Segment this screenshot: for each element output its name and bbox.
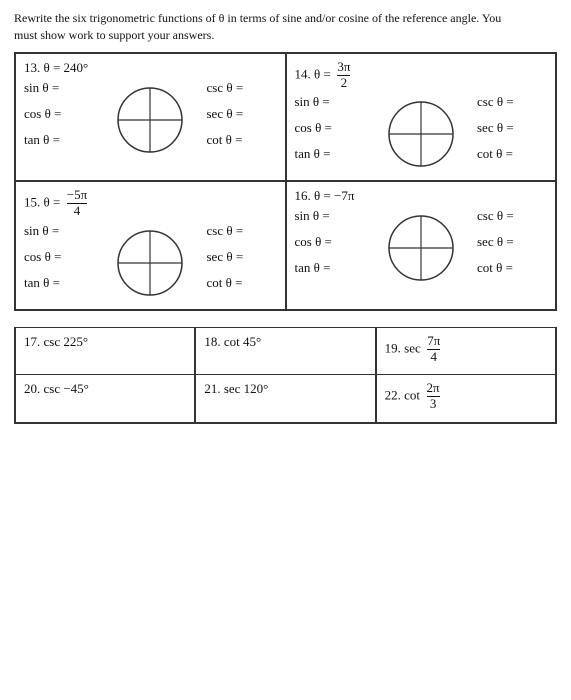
problem-14-content: sin θ = cos θ = tan θ = csc θ = sec θ = … bbox=[295, 94, 548, 174]
problem-13-funcs-left: sin θ = cos θ = tan θ = bbox=[24, 80, 94, 148]
cot-theta-16: cot θ = bbox=[477, 260, 547, 276]
problem-15-fraction: −5π 4 bbox=[67, 188, 87, 219]
problem-14: 14. θ = 3π 2 sin θ = cos θ = tan θ = csc bbox=[286, 53, 557, 182]
sec-theta-14: sec θ = bbox=[477, 120, 547, 136]
tan-theta-13: tan θ = bbox=[24, 132, 94, 148]
unit-circle-14 bbox=[381, 94, 461, 174]
problem-22: 22. cot 2π 3 bbox=[376, 375, 556, 423]
main-grid: 13. θ = 240° sin θ = cos θ = tan θ = csc… bbox=[14, 52, 557, 311]
sec-theta-13: sec θ = bbox=[207, 106, 277, 122]
problem-14-title: 14. θ = 3π 2 bbox=[295, 60, 548, 91]
problem-17: 17. csc 225° bbox=[15, 327, 195, 375]
bottom-grid: 17. csc 225° 18. cot 45° 19. sec 7π 4 20… bbox=[14, 327, 557, 424]
problem-22-fraction: 2π 3 bbox=[427, 381, 440, 412]
unit-circle-13 bbox=[110, 80, 190, 160]
cot-theta-14: cot θ = bbox=[477, 146, 547, 162]
cos-theta-13: cos θ = bbox=[24, 106, 94, 122]
cos-theta-16: cos θ = bbox=[295, 234, 365, 250]
sin-theta-16: sin θ = bbox=[295, 208, 365, 224]
circle-14 bbox=[369, 94, 474, 174]
problem-16-funcs-left: sin θ = cos θ = tan θ = bbox=[295, 208, 365, 276]
problem-16-content: sin θ = cos θ = tan θ = csc θ = sec θ = … bbox=[295, 208, 548, 288]
csc-theta-13: csc θ = bbox=[207, 80, 277, 96]
problem-18: 18. cot 45° bbox=[195, 327, 375, 375]
problem-13-content: sin θ = cos θ = tan θ = csc θ = sec θ = … bbox=[24, 80, 277, 160]
instructions: Rewrite the six trigonometric functions … bbox=[14, 10, 557, 44]
problem-14-funcs-right: csc θ = sec θ = cot θ = bbox=[477, 94, 547, 162]
problem-14-funcs-left: sin θ = cos θ = tan θ = bbox=[295, 94, 365, 162]
tan-theta-16: tan θ = bbox=[295, 260, 365, 276]
problem-19: 19. sec 7π 4 bbox=[376, 327, 556, 375]
sec-theta-15: sec θ = bbox=[207, 249, 277, 265]
csc-theta-16: csc θ = bbox=[477, 208, 547, 224]
instruction-text: Rewrite the six trigonometric functions … bbox=[14, 10, 557, 44]
sin-theta-14: sin θ = bbox=[295, 94, 365, 110]
sin-theta-15: sin θ = bbox=[24, 223, 94, 239]
problem-21: 21. sec 120° bbox=[195, 375, 375, 423]
problem-15-content: sin θ = cos θ = tan θ = csc θ = sec θ = … bbox=[24, 223, 277, 303]
problem-14-fraction: 3π 2 bbox=[337, 60, 350, 91]
unit-circle-16 bbox=[381, 208, 461, 288]
problem-20: 20. csc −45° bbox=[15, 375, 195, 423]
problem-15: 15. θ = −5π 4 sin θ = cos θ = tan θ = cs… bbox=[15, 181, 286, 310]
problem-16: 16. θ = −7π sin θ = cos θ = tan θ = csc … bbox=[286, 181, 557, 310]
problem-13-funcs-right: csc θ = sec θ = cot θ = bbox=[207, 80, 277, 148]
problem-15-funcs-right: csc θ = sec θ = cot θ = bbox=[207, 223, 277, 291]
circle-13 bbox=[98, 80, 203, 160]
circle-16 bbox=[369, 208, 474, 288]
cot-theta-13: cot θ = bbox=[207, 132, 277, 148]
sec-theta-16: sec θ = bbox=[477, 234, 547, 250]
tan-theta-14: tan θ = bbox=[295, 146, 365, 162]
problem-16-funcs-right: csc θ = sec θ = cot θ = bbox=[477, 208, 547, 276]
problem-15-title: 15. θ = −5π 4 bbox=[24, 188, 277, 219]
cot-theta-15: cot θ = bbox=[207, 275, 277, 291]
problem-19-fraction: 7π 4 bbox=[427, 334, 440, 365]
sin-theta-13: sin θ = bbox=[24, 80, 94, 96]
unit-circle-15 bbox=[110, 223, 190, 303]
problem-13-title: 13. θ = 240° bbox=[24, 60, 277, 76]
problem-13: 13. θ = 240° sin θ = cos θ = tan θ = csc… bbox=[15, 53, 286, 182]
cos-theta-14: cos θ = bbox=[295, 120, 365, 136]
bottom-section: 17. csc 225° 18. cot 45° 19. sec 7π 4 20… bbox=[14, 327, 557, 424]
tan-theta-15: tan θ = bbox=[24, 275, 94, 291]
cos-theta-15: cos θ = bbox=[24, 249, 94, 265]
problem-15-funcs-left: sin θ = cos θ = tan θ = bbox=[24, 223, 94, 291]
problem-16-title: 16. θ = −7π bbox=[295, 188, 548, 204]
csc-theta-14: csc θ = bbox=[477, 94, 547, 110]
csc-theta-15: csc θ = bbox=[207, 223, 277, 239]
circle-15 bbox=[98, 223, 203, 303]
